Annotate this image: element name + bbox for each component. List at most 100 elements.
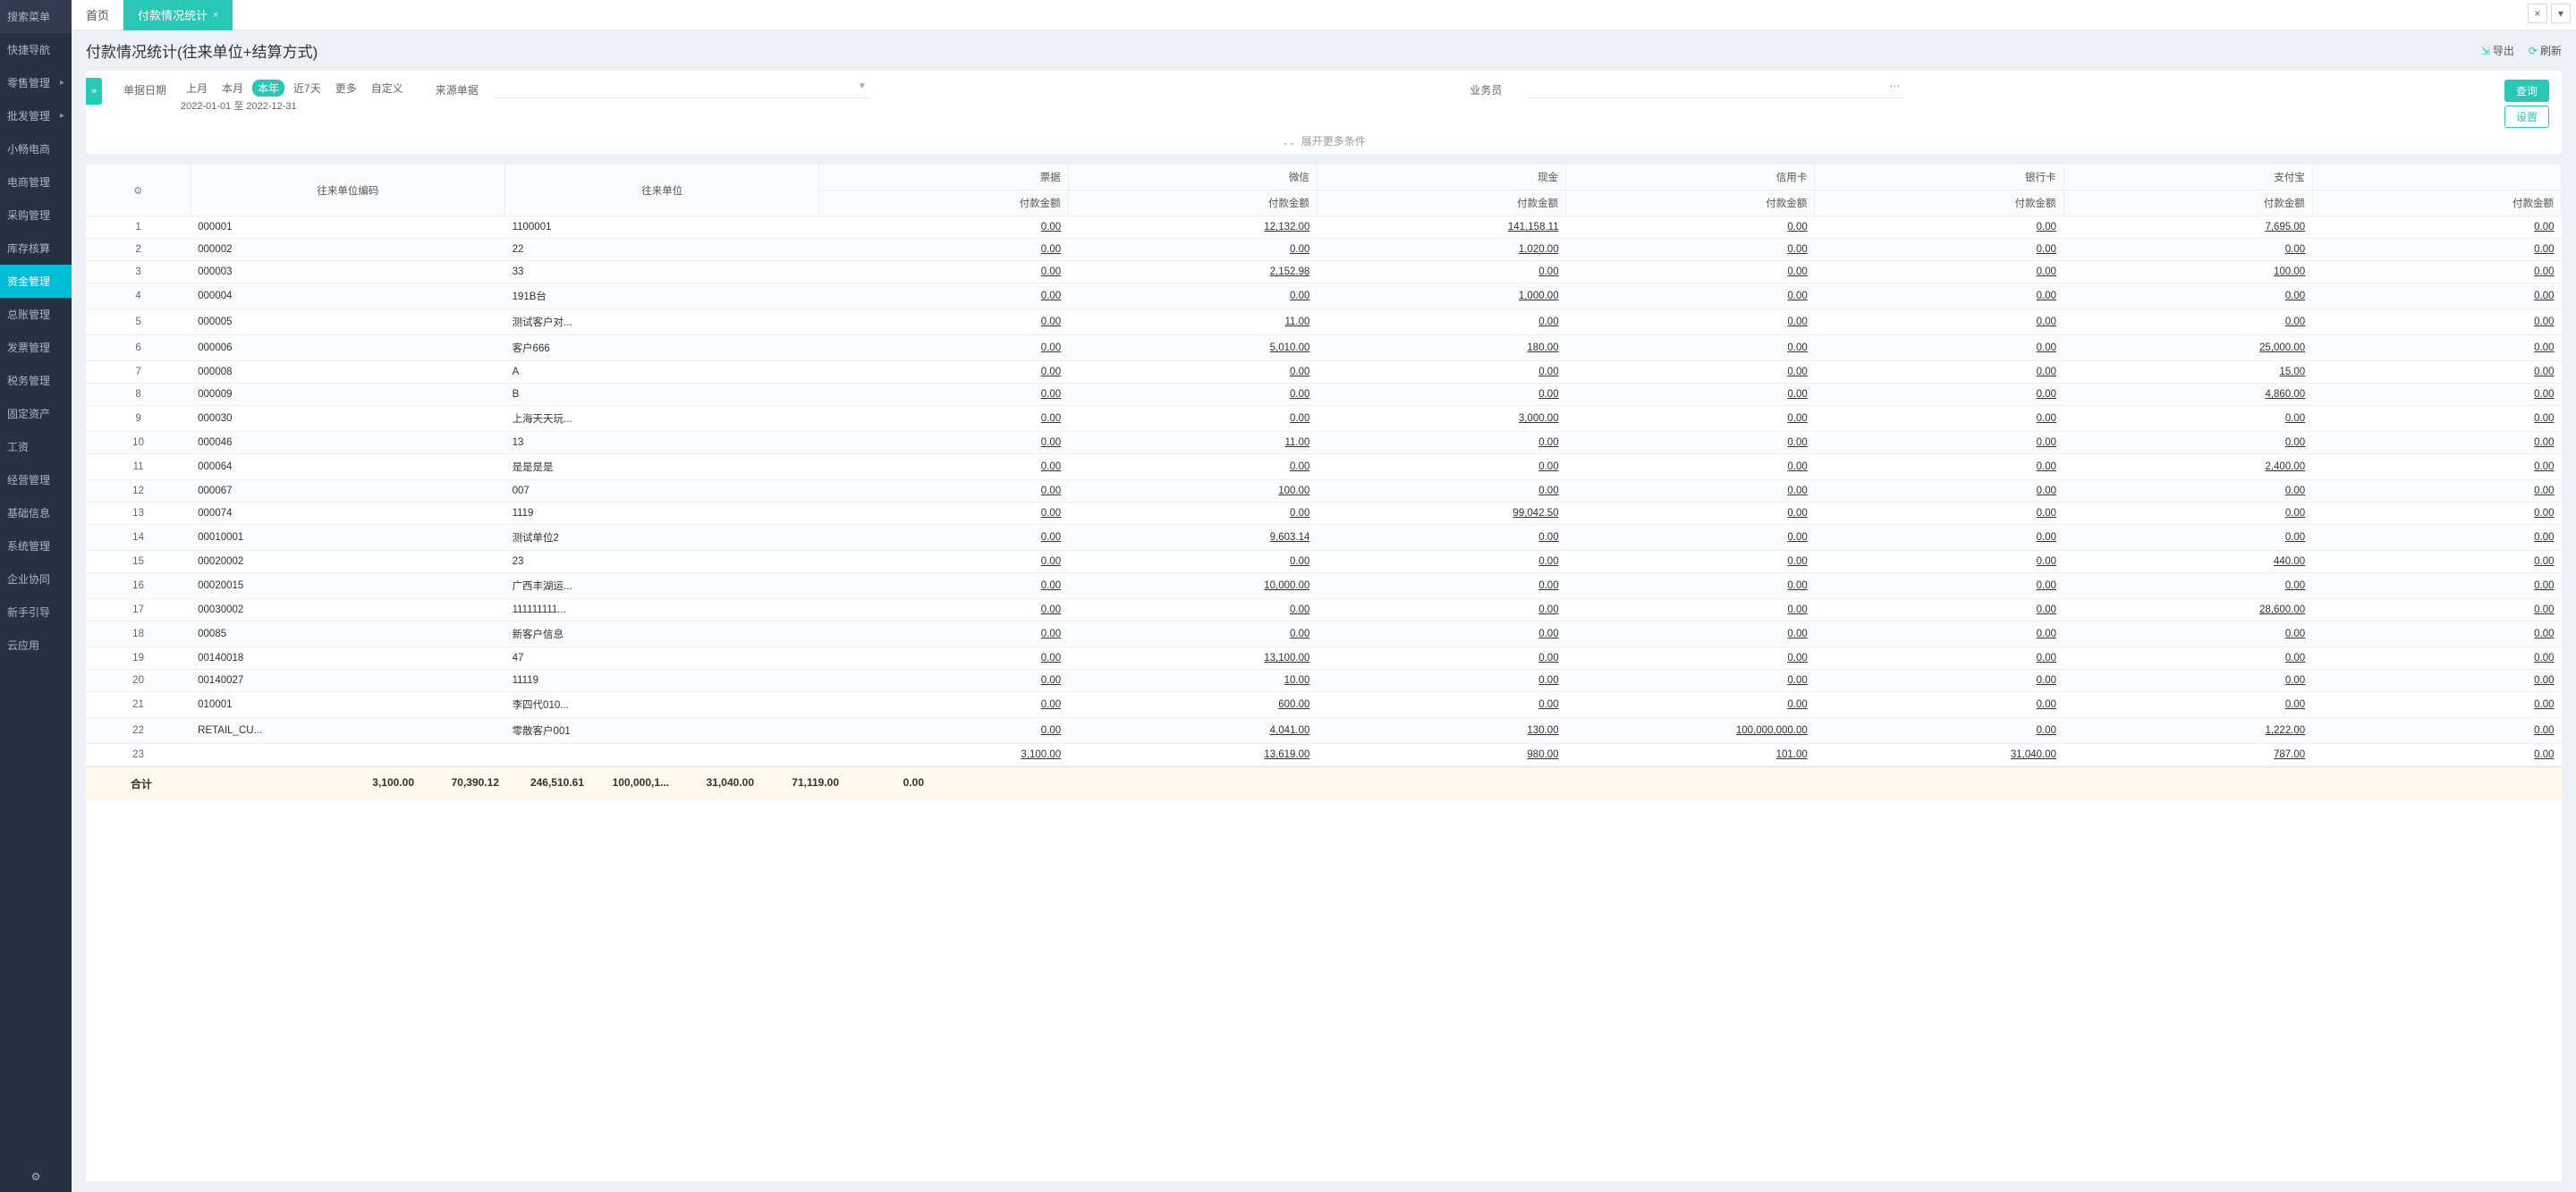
amount-link[interactable]: 10.00 bbox=[1284, 675, 1310, 686]
amount-link[interactable]: 99,042.50 bbox=[1513, 508, 1558, 519]
amount-link[interactable]: 0.00 bbox=[1290, 291, 1309, 301]
amount-link[interactable]: 0.00 bbox=[1290, 413, 1309, 424]
amount-link[interactable]: 0.00 bbox=[1787, 413, 1807, 424]
amount-link[interactable]: 101.00 bbox=[1776, 749, 1808, 760]
amount-link[interactable]: 0.00 bbox=[2534, 580, 2554, 591]
settings-button[interactable]: 设置 bbox=[2504, 106, 2549, 128]
table-row[interactable]: 10000046130.0011.000.000.000.000.000.00 bbox=[86, 432, 2562, 454]
amount-link[interactable]: 141,158.11 bbox=[1508, 222, 1559, 232]
amount-link[interactable]: 11.00 bbox=[1284, 317, 1309, 327]
amount-link[interactable]: 0.00 bbox=[2285, 653, 2305, 664]
amount-link[interactable]: 0.00 bbox=[2285, 532, 2305, 543]
amount-link[interactable]: 980.00 bbox=[1527, 749, 1558, 760]
amount-link[interactable]: 0.00 bbox=[2037, 604, 2056, 615]
amount-link[interactable]: 0.00 bbox=[1538, 653, 1558, 664]
amount-link[interactable]: 0.00 bbox=[1290, 629, 1309, 639]
amount-link[interactable]: 0.00 bbox=[2037, 725, 2056, 736]
amount-link[interactable]: 0.00 bbox=[2037, 266, 2056, 277]
amount-link[interactable]: 0.00 bbox=[1787, 653, 1807, 664]
amount-link[interactable]: 0.00 bbox=[1041, 725, 1061, 736]
amount-link[interactable]: 0.00 bbox=[2037, 629, 2056, 639]
source-doc-input[interactable] bbox=[493, 80, 869, 98]
amount-link[interactable]: 3,000.00 bbox=[1519, 413, 1559, 424]
col-group-6[interactable] bbox=[2312, 165, 2561, 190]
amount-link[interactable]: 9,603.14 bbox=[1270, 532, 1310, 543]
amount-link[interactable]: 0.00 bbox=[2037, 244, 2056, 255]
amount-link[interactable]: 0.00 bbox=[1787, 389, 1807, 400]
amount-link[interactable]: 0.00 bbox=[2534, 675, 2554, 686]
amount-link[interactable]: 0.00 bbox=[1787, 699, 1807, 710]
amount-link[interactable]: 0.00 bbox=[1538, 675, 1558, 686]
amount-link[interactable]: 0.00 bbox=[2534, 749, 2554, 760]
col-amt-1[interactable]: 付款金额 bbox=[1068, 190, 1317, 216]
amount-link[interactable]: 0.00 bbox=[2037, 291, 2056, 301]
amount-link[interactable]: 0.00 bbox=[1538, 604, 1558, 615]
amount-link[interactable]: 0.00 bbox=[2534, 317, 2554, 327]
amount-link[interactable]: 0.00 bbox=[2037, 389, 2056, 400]
amount-link[interactable]: 440.00 bbox=[2274, 556, 2305, 567]
amount-link[interactable]: 0.00 bbox=[1290, 556, 1309, 567]
sidebar-item-basic[interactable]: 基础信息 bbox=[0, 496, 72, 529]
amount-link[interactable]: 0.00 bbox=[2037, 367, 2056, 377]
amount-link[interactable]: 0.00 bbox=[2285, 413, 2305, 424]
col-amt-3[interactable]: 付款金额 bbox=[1566, 190, 1815, 216]
sidebar-item-guide[interactable]: 新手引导 bbox=[0, 596, 72, 629]
amount-link[interactable]: 2,400.00 bbox=[2265, 461, 2305, 472]
close-icon[interactable]: × bbox=[213, 10, 218, 21]
amount-link[interactable]: 0.00 bbox=[1787, 461, 1807, 472]
tab-close-all[interactable]: × bbox=[2528, 4, 2547, 23]
amount-link[interactable]: 0.00 bbox=[1538, 389, 1558, 400]
col-group-1[interactable]: 微信 bbox=[1068, 165, 1317, 190]
amount-link[interactable]: 2,152.98 bbox=[1270, 266, 1310, 277]
table-row[interactable]: 4000004191B台0.000.001,000.000.000.000.00… bbox=[86, 283, 2562, 309]
sidebar-item-wholesale[interactable]: 批发管理▸ bbox=[0, 99, 72, 132]
amount-link[interactable]: 0.00 bbox=[1787, 675, 1807, 686]
amount-link[interactable]: 0.00 bbox=[2037, 437, 2056, 448]
amount-link[interactable]: 0.00 bbox=[2534, 604, 2554, 615]
amount-link[interactable]: 0.00 bbox=[2534, 508, 2554, 519]
amount-link[interactable]: 1,222.00 bbox=[2265, 725, 2305, 736]
col-code[interactable]: 往来单位编码 bbox=[191, 165, 504, 216]
amount-link[interactable]: 0.00 bbox=[2285, 244, 2305, 255]
amount-link[interactable]: 0.00 bbox=[1538, 699, 1558, 710]
amount-link[interactable]: 12,132.00 bbox=[1264, 222, 1309, 232]
amount-link[interactable]: 100,000,000.00 bbox=[1736, 725, 1808, 736]
sidebar-item-fa[interactable]: 固定资产 bbox=[0, 397, 72, 430]
sidebar-item-gl[interactable]: 总账管理 bbox=[0, 298, 72, 331]
amount-link[interactable]: 0.00 bbox=[2534, 629, 2554, 639]
amount-link[interactable]: 15.00 bbox=[2279, 367, 2305, 377]
col-group-4[interactable]: 银行卡 bbox=[1815, 165, 2063, 190]
amount-link[interactable]: 0.00 bbox=[2285, 317, 2305, 327]
amount-link[interactable]: 0.00 bbox=[1787, 317, 1807, 327]
sidebar-item-cloud[interactable]: 云应用 bbox=[0, 629, 72, 662]
tab-home[interactable]: 首页 bbox=[72, 0, 123, 30]
col-name[interactable]: 往来单位 bbox=[505, 165, 819, 216]
amount-link[interactable]: 0.00 bbox=[2534, 367, 2554, 377]
date-quick-5[interactable]: 自定义 bbox=[366, 80, 409, 97]
amount-link[interactable]: 0.00 bbox=[1787, 532, 1807, 543]
amount-link[interactable]: 0.00 bbox=[1041, 508, 1061, 519]
amount-link[interactable]: 0.00 bbox=[2534, 437, 2554, 448]
amount-link[interactable]: 0.00 bbox=[1041, 629, 1061, 639]
amount-link[interactable]: 0.00 bbox=[2534, 291, 2554, 301]
amount-link[interactable]: 0.00 bbox=[1787, 367, 1807, 377]
amount-link[interactable]: 0.00 bbox=[1538, 556, 1558, 567]
amount-link[interactable]: 180.00 bbox=[1527, 342, 1558, 353]
sidebar-item-collab[interactable]: 企业协同 bbox=[0, 562, 72, 596]
col-amt-0[interactable]: 付款金额 bbox=[819, 190, 1068, 216]
amount-link[interactable]: 0.00 bbox=[1787, 342, 1807, 353]
amount-link[interactable]: 0.00 bbox=[2285, 437, 2305, 448]
sidebar-item-salary[interactable]: 工资 bbox=[0, 430, 72, 463]
amount-link[interactable]: 1,000.00 bbox=[1519, 291, 1559, 301]
amount-link[interactable]: 0.00 bbox=[1041, 532, 1061, 543]
amount-link[interactable]: 0.00 bbox=[1041, 389, 1061, 400]
amount-link[interactable]: 4,041.00 bbox=[1270, 725, 1310, 736]
amount-link[interactable]: 0.00 bbox=[1290, 461, 1309, 472]
col-group-0[interactable]: 票据 bbox=[819, 165, 1068, 190]
amount-link[interactable]: 11.00 bbox=[1284, 437, 1309, 448]
amount-link[interactable]: 0.00 bbox=[1538, 532, 1558, 543]
amount-link[interactable]: 0.00 bbox=[2037, 675, 2056, 686]
amount-link[interactable]: 0.00 bbox=[2037, 342, 2056, 353]
amount-link[interactable]: 0.00 bbox=[1787, 556, 1807, 567]
sidebar-item-invoice[interactable]: 发票管理 bbox=[0, 331, 72, 364]
